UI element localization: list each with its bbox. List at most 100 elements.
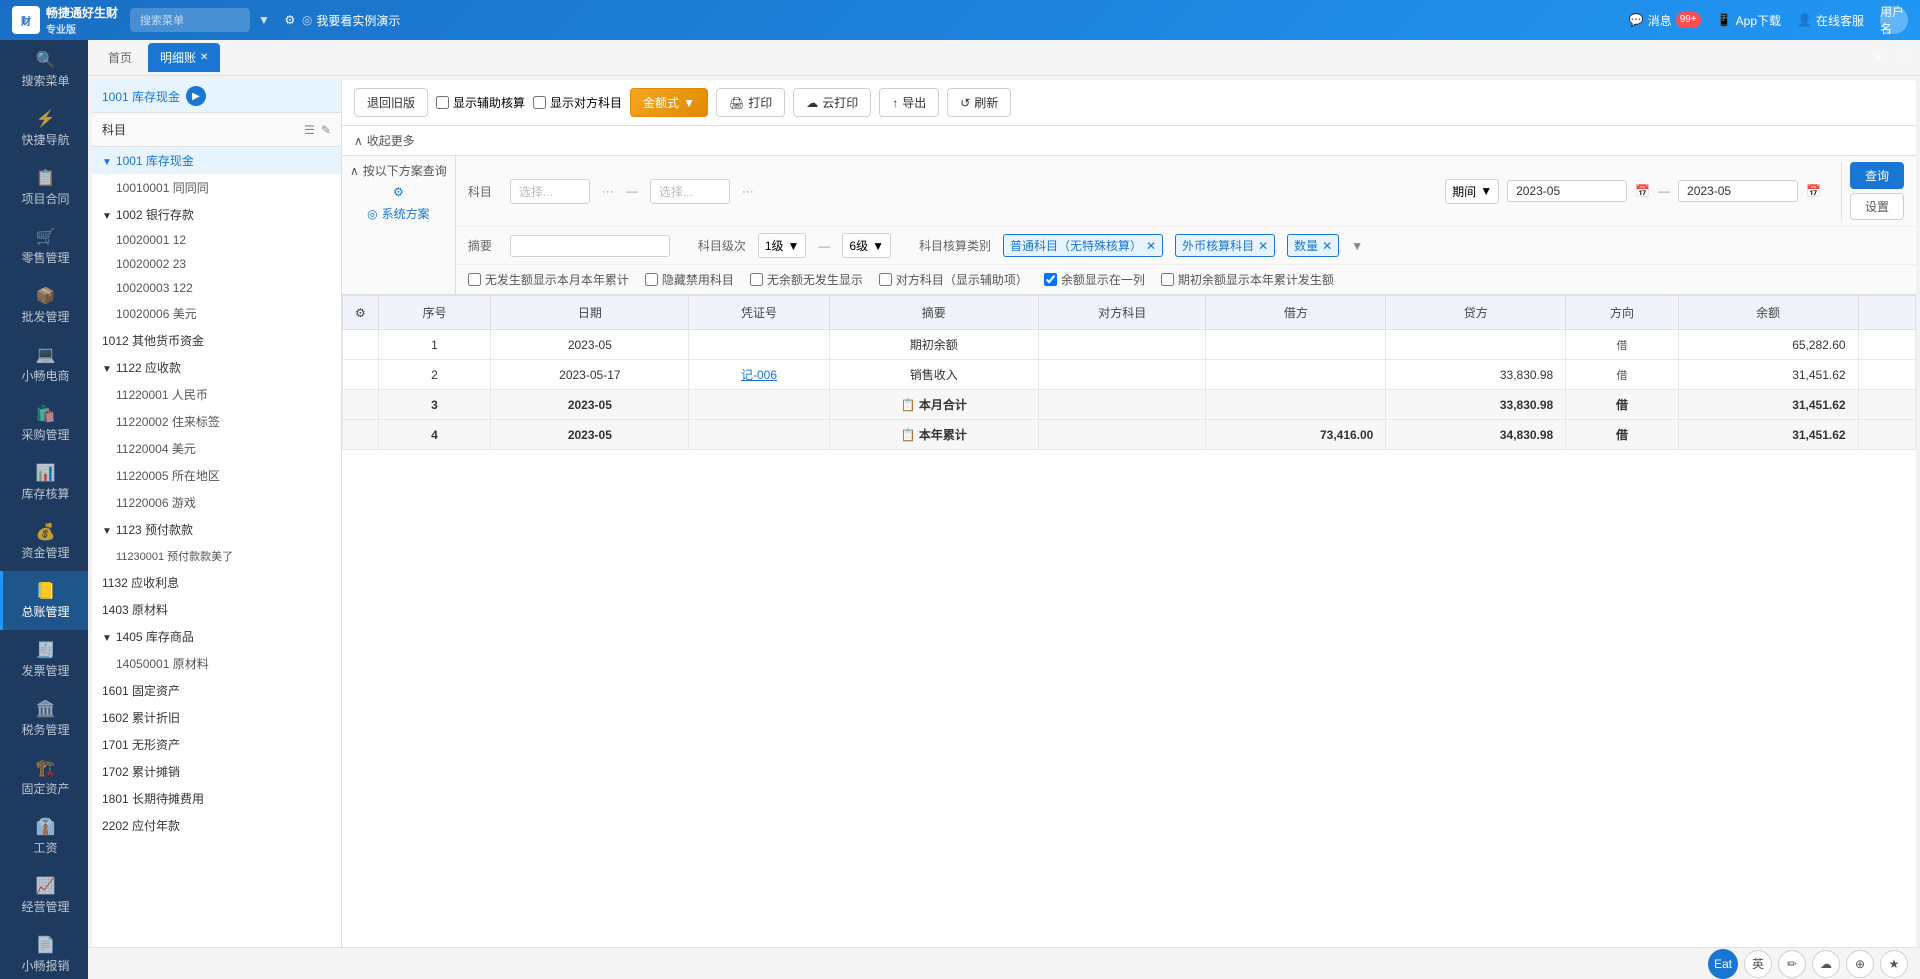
- sidebar-item-project[interactable]: 📋 项目合同: [0, 158, 88, 217]
- return-old-btn[interactable]: 退回旧版: [354, 88, 428, 117]
- messages-btn[interactable]: 💬 消息 99+: [1629, 12, 1701, 29]
- sidebar-item-capital[interactable]: 💰 资金管理: [0, 512, 88, 571]
- check-balance-col-input[interactable]: [1044, 273, 1057, 286]
- topbar-dropdown[interactable]: ▼: [258, 13, 270, 27]
- system-scheme-btn[interactable]: ◎ 系统方案: [367, 205, 430, 222]
- tree-item-11220006[interactable]: 11220006 游戏: [92, 489, 341, 516]
- tree-item-1701[interactable]: 1701 无形资产: [92, 731, 341, 758]
- tree-item-10020006[interactable]: 10020006 美元: [92, 300, 341, 327]
- sidebar-item-hr[interactable]: 👔 工资: [0, 807, 88, 866]
- period-calendar-icon[interactable]: 📅: [1635, 184, 1650, 198]
- tag-quantity[interactable]: 数量 ✕: [1287, 234, 1339, 257]
- row2-voucher[interactable]: 记-006: [689, 360, 829, 390]
- tree-item-14050001[interactable]: 14050001 原材料: [92, 650, 341, 677]
- tree-item-1001[interactable]: ▼1001 库存现金: [92, 147, 341, 174]
- row3-settings[interactable]: [343, 390, 379, 420]
- tab-home[interactable]: 首页: [96, 43, 144, 72]
- tree-item-2202[interactable]: 2202 应付年款: [92, 812, 341, 839]
- sidebar-item-ops[interactable]: 📈 经营管理: [0, 866, 88, 925]
- check-no-balance-input[interactable]: [468, 273, 481, 286]
- online-service-btn[interactable]: 👤 在线客服: [1797, 12, 1864, 29]
- summary-input[interactable]: [510, 235, 670, 257]
- period-start-input[interactable]: [1507, 180, 1627, 202]
- check-initial[interactable]: 期初余额显示本年累计发生额: [1161, 271, 1334, 288]
- print-btn[interactable]: 🖨 打印: [716, 88, 785, 117]
- level-to-select[interactable]: 6级 ▼: [842, 233, 891, 258]
- user-avatar[interactable]: 用户名: [1880, 6, 1908, 34]
- tree-item-1702[interactable]: 1702 累计摊销: [92, 758, 341, 785]
- sidebar-item-inventory[interactable]: 📊 库存核算: [0, 453, 88, 512]
- tag-foreign[interactable]: 外币核算科目 ✕: [1175, 234, 1275, 257]
- export-btn[interactable]: ↑ 导出: [879, 88, 939, 117]
- tree-item-11220005[interactable]: 11220005 所在地区: [92, 462, 341, 489]
- show-aux-checkbox[interactable]: [436, 96, 449, 109]
- tree-item-1123[interactable]: ▼1123 预付款款: [92, 516, 341, 543]
- tree-item-10010001[interactable]: 10010001 同同同: [92, 174, 341, 201]
- period-end-calendar-icon[interactable]: 📅: [1806, 184, 1821, 198]
- tree-item-11220004[interactable]: 11220004 美元: [92, 435, 341, 462]
- check-balance-col[interactable]: 余额显示在一列: [1044, 271, 1145, 288]
- cloud-sync-btn[interactable]: ☁: [1812, 950, 1840, 978]
- sidebar-item-invoice[interactable]: 🧾 发票管理: [0, 630, 88, 689]
- window-maximize-btn[interactable]: ⛶: [1892, 48, 1912, 68]
- tree-item-11220001[interactable]: 11220001 人民币: [92, 381, 341, 408]
- gold-mode-btn[interactable]: 金额式 ▼: [630, 88, 708, 117]
- show-contra-checkbox[interactable]: [533, 96, 546, 109]
- tree-item-1801[interactable]: 1801 长期待摊费用: [92, 785, 341, 812]
- tree-item-10020001[interactable]: 10020001 12: [92, 228, 341, 252]
- edit-btn[interactable]: ✏: [1778, 950, 1806, 978]
- level-from-select[interactable]: 1级 ▼: [758, 233, 807, 258]
- sidebar-item-purchase[interactable]: 🛍️ 采购管理: [0, 394, 88, 453]
- category-dropdown[interactable]: ▼: [1351, 239, 1363, 253]
- tree-item-1122[interactable]: ▼1122 应收款: [92, 354, 341, 381]
- account-navigate-btn[interactable]: ▶: [186, 86, 206, 106]
- sidebar-item-asset[interactable]: 🏗️ 固定资产: [0, 748, 88, 807]
- add-btn[interactable]: ⊕: [1846, 950, 1874, 978]
- topbar-settings-icon[interactable]: ⚙: [278, 8, 302, 32]
- check-hide-disabled[interactable]: 隐藏禁用科目: [645, 271, 734, 288]
- tree-item-1012[interactable]: 1012 其他货币资金: [92, 327, 341, 354]
- setting-btn[interactable]: 设置: [1850, 193, 1904, 220]
- show-aux-check[interactable]: 显示辅助核算: [436, 94, 525, 111]
- account-end-input[interactable]: 选择...: [650, 179, 730, 204]
- sidebar-item-general[interactable]: 📒 总账管理: [0, 571, 88, 630]
- sidebar-item-ecommerce[interactable]: 💻 小畅电商: [0, 335, 88, 394]
- tag-quantity-close[interactable]: ✕: [1322, 239, 1332, 253]
- query-btn[interactable]: 查询: [1850, 162, 1904, 189]
- tree-item-1602[interactable]: 1602 累计折旧: [92, 704, 341, 731]
- tree-item-11230001[interactable]: 11230001 预付款款美了: [92, 543, 341, 569]
- show-contra-check[interactable]: 显示对方科目: [533, 94, 622, 111]
- tree-item-1403[interactable]: 1403 原材料: [92, 596, 341, 623]
- check-initial-input[interactable]: [1161, 273, 1174, 286]
- sidebar-item-retail[interactable]: 🛒 零售管理: [0, 217, 88, 276]
- tab-ledger[interactable]: 明细账 ✕: [148, 43, 220, 72]
- tree-expand-icon[interactable]: ☰: [304, 123, 315, 137]
- check-contra-input[interactable]: [879, 273, 892, 286]
- sidebar-item-quicknav[interactable]: ⚡ 快捷导航: [0, 99, 88, 158]
- tree-item-1601[interactable]: 1601 固定资产: [92, 677, 341, 704]
- demo-link[interactable]: ◎ 我要看实例演示: [302, 12, 401, 29]
- lang-btn[interactable]: 英: [1744, 950, 1772, 978]
- collapse-more-btn[interactable]: ∧ 收起更多: [354, 132, 415, 149]
- check-no-balance[interactable]: 无发生额显示本月本年累计: [468, 271, 629, 288]
- check-hide-disabled-input[interactable]: [645, 273, 658, 286]
- refresh-btn[interactable]: ↺ 刷新: [947, 88, 1011, 117]
- account-dots2[interactable]: ···: [742, 184, 754, 198]
- tag-foreign-close[interactable]: ✕: [1258, 239, 1268, 253]
- tag-ordinary[interactable]: 普通科目（无特殊核算） ✕: [1003, 234, 1163, 257]
- check-contra[interactable]: 对方科目（显示辅助项）: [879, 271, 1028, 288]
- tree-item-10020002[interactable]: 10020002 23: [92, 252, 341, 276]
- tab-ledger-close[interactable]: ✕: [200, 52, 208, 63]
- row1-settings[interactable]: [343, 330, 379, 360]
- tree-item-10020003[interactable]: 10020003 122: [92, 276, 341, 300]
- period-type-select[interactable]: 期间 ▼: [1445, 179, 1499, 204]
- tree-item-1002[interactable]: ▼1002 银行存款: [92, 201, 341, 228]
- tree-item-1132[interactable]: 1132 应收利息: [92, 569, 341, 596]
- sidebar-item-search[interactable]: 🔍 搜索菜单: [0, 40, 88, 99]
- star-btn[interactable]: ★: [1880, 950, 1908, 978]
- sidebar-item-report[interactable]: 📄 小畅报销: [0, 925, 88, 979]
- cloud-print-btn[interactable]: ☁ 云打印: [793, 88, 871, 117]
- account-dots[interactable]: ···: [602, 184, 614, 198]
- account-start-input[interactable]: 选择...: [510, 179, 590, 204]
- row4-settings[interactable]: [343, 420, 379, 450]
